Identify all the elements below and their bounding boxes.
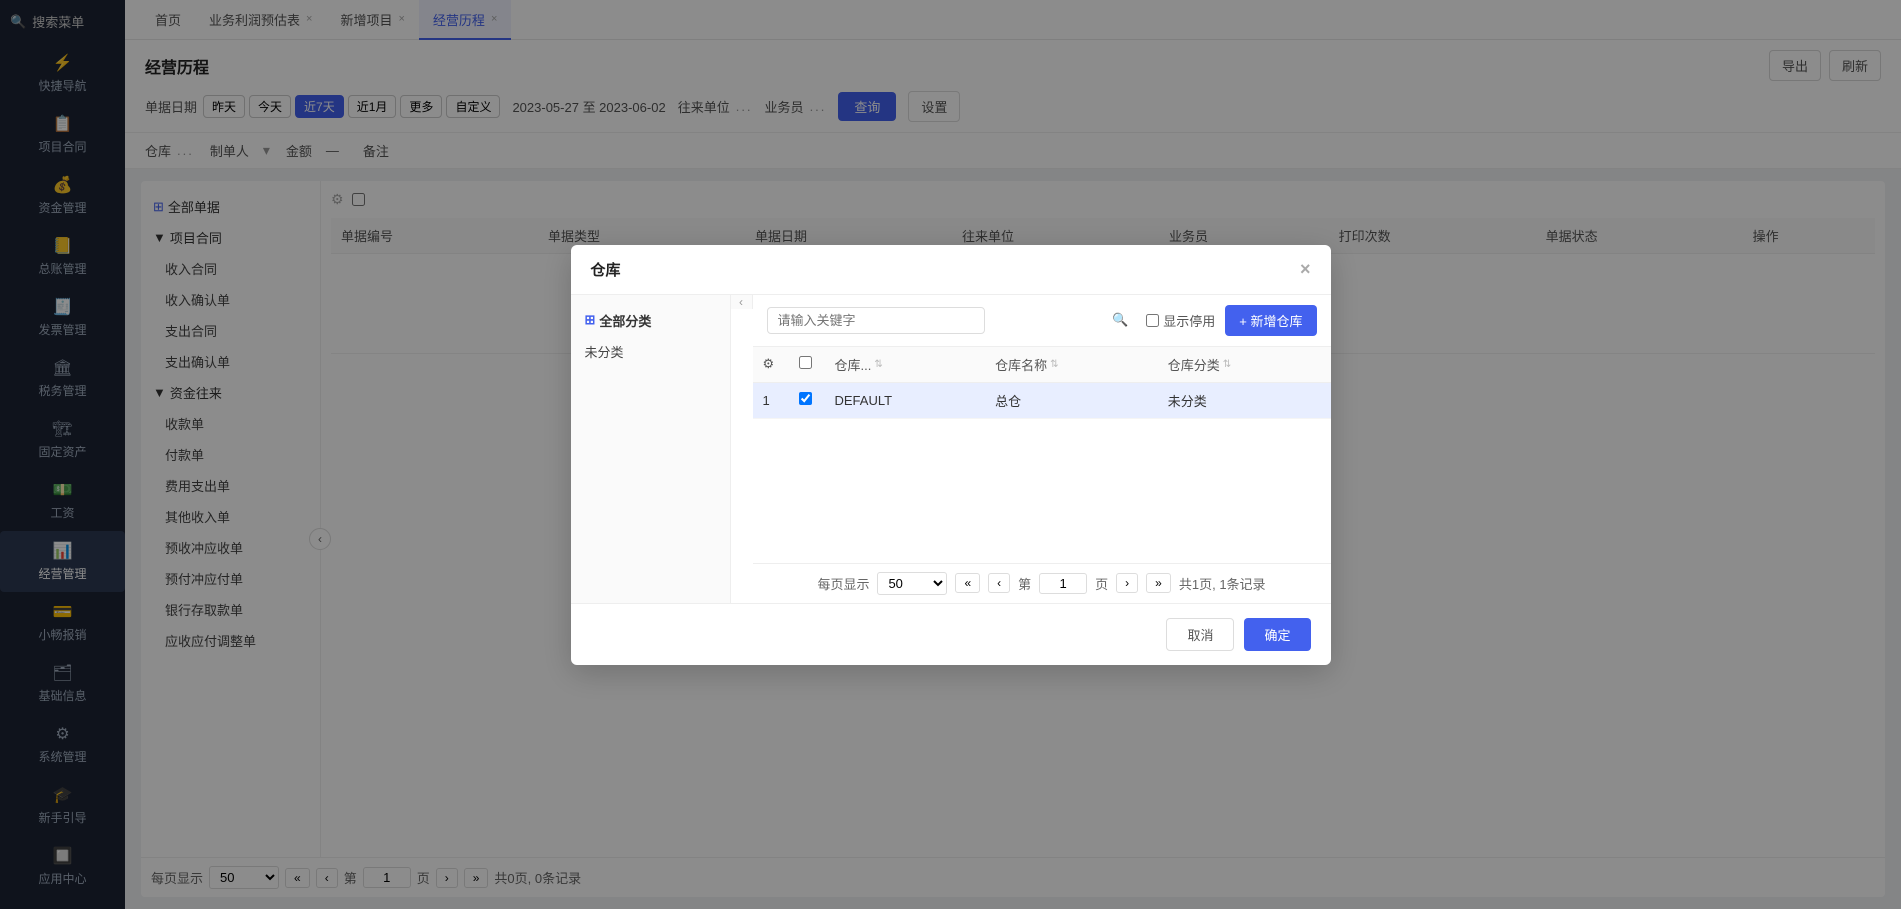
th-checkbox [789, 347, 825, 383]
modal-main-content: 🔍 显示停用 + 新增仓库 ⚙ [753, 295, 1331, 603]
modal-prev-page-btn[interactable]: ‹ [988, 573, 1010, 593]
warehouse-search-input[interactable] [767, 307, 985, 334]
modal-table-row[interactable]: 1 DEFAULT 总仓 未分类 [753, 382, 1331, 418]
show-disabled-checkbox[interactable]: 显示停用 [1146, 311, 1215, 330]
modal-table-header: ⚙ 仓库... ⇅ 仓库名称 ⇅ [753, 347, 1331, 383]
modal-last-page-btn[interactable]: » [1146, 573, 1171, 593]
modal-action-footer: 取消 确定 [571, 603, 1331, 665]
add-warehouse-button[interactable]: + 新增仓库 [1225, 305, 1316, 336]
modal-title: 仓库 [591, 259, 621, 280]
modal-table-area: ⚙ 仓库... ⇅ 仓库名称 ⇅ [753, 347, 1331, 563]
modal-next-page-btn[interactable]: › [1116, 573, 1138, 593]
modal-toolbar: 🔍 显示停用 + 新增仓库 [753, 295, 1331, 347]
modal-warehouse-table: ⚙ 仓库... ⇅ 仓库名称 ⇅ [753, 347, 1331, 419]
modal-sidebar-item-未分类[interactable]: 未分类 [571, 336, 730, 367]
modal-pagination: 每页显示 50 100 « ‹ 第 页 › » 共1页, 1条记录 [753, 563, 1331, 603]
search-icon: 🔍 [1112, 312, 1128, 328]
sort-name-icon: ⇅ [1050, 359, 1058, 370]
modal-header: 仓库 × [571, 245, 1331, 295]
modal-first-page-btn[interactable]: « [955, 573, 980, 593]
sort-code-icon: ⇅ [874, 359, 882, 370]
sort-category-icon: ⇅ [1223, 359, 1231, 370]
modal-sidebar-all[interactable]: ⊞ 全部分类 [571, 305, 730, 336]
th-category: 仓库分类 ⇅ [1158, 347, 1331, 383]
row-checkbox[interactable] [799, 392, 812, 405]
modal-total-label: 共1页, 1条记录 [1179, 574, 1266, 593]
modal-sidebar-collapse[interactable]: ‹ [731, 295, 753, 309]
warehouse-modal: 仓库 × ⊞ 全部分类 未分类 ‹ 🔍 显示停用 [571, 245, 1331, 665]
th-name: 仓库名称 ⇅ [985, 347, 1158, 383]
th-settings: ⚙ [753, 347, 789, 383]
modal-page-size-select[interactable]: 50 100 [877, 572, 947, 595]
modal-body: ⊞ 全部分类 未分类 ‹ 🔍 显示停用 + 新增仓库 [571, 295, 1331, 603]
search-wrap: 🔍 [767, 307, 1137, 334]
cancel-button[interactable]: 取消 [1166, 618, 1234, 651]
modal-close-button[interactable]: × [1300, 259, 1311, 280]
th-code: 仓库... ⇅ [825, 347, 986, 383]
modal-sidebar: ⊞ 全部分类 未分类 [571, 295, 731, 603]
modal-select-all[interactable] [799, 356, 812, 369]
confirm-button[interactable]: 确定 [1244, 618, 1310, 651]
modal-page-input[interactable] [1039, 573, 1087, 594]
